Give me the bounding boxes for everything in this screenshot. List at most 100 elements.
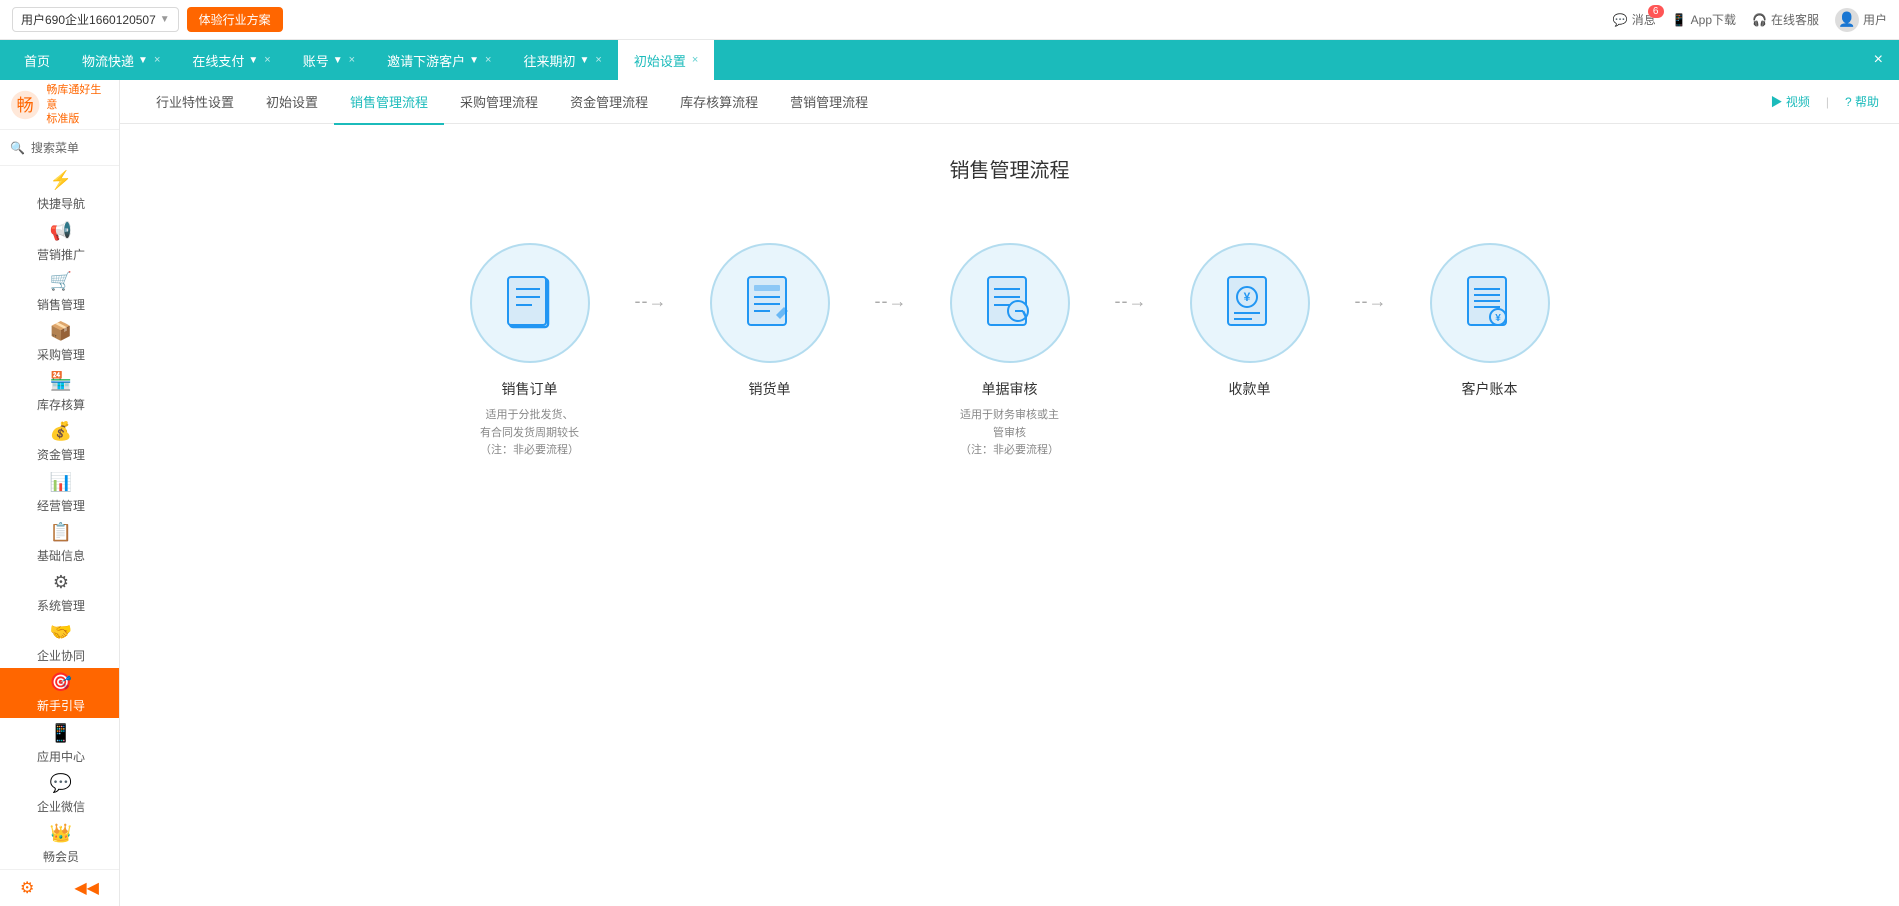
sub-tab-marketing-flow[interactable]: 营销管理流程 [774, 81, 884, 125]
video-label: 视频 [1786, 95, 1810, 109]
flow-circle-customer-ledger: ¥ [1430, 243, 1550, 363]
tab-payment[interactable]: 在线支付 ▼ × [176, 40, 286, 80]
member-icon: 👑 [50, 823, 72, 844]
close-icon[interactable]: × [264, 54, 270, 66]
nav-tabs: 首页 物流快递 ▼ × 在线支付 ▼ × 账号 ▼ × 邀请下游客户 ▼ × 往… [0, 40, 1899, 80]
sales-order-icon [500, 273, 560, 333]
user-name-label: 用户 [1863, 11, 1887, 28]
sidebar-item-system[interactable]: ⚙ 系统管理 [0, 568, 119, 618]
sub-tab-inventory-flow[interactable]: 库存核算流程 [664, 81, 774, 125]
sales-invoice-icon [740, 273, 800, 333]
sidebar-item-inventory[interactable]: 🏪 库存核算 [0, 367, 119, 417]
chevron-down-icon: ▼ [333, 55, 343, 66]
settings-button[interactable]: ⚙ [20, 878, 34, 898]
apps-icon: 📱 [50, 723, 72, 744]
sub-tab-init-settings[interactable]: 初始设置 [250, 81, 334, 125]
online-service-item[interactable]: 🎧 在线客服 [1752, 11, 1819, 28]
sidebar-item-label: 库存核算 [37, 396, 85, 413]
user-select[interactable]: 用户690企业1660120507 ▼ [12, 7, 179, 32]
close-all-tabs-button[interactable]: × [1866, 51, 1891, 69]
close-icon[interactable]: × [154, 54, 160, 66]
sub-tab-finance-flow[interactable]: 资金管理流程 [554, 81, 664, 125]
page-title: 销售管理流程 [120, 124, 1899, 223]
sidebar-logo-text: 畅库通好生意 标准版 [46, 83, 109, 126]
chevron-down-icon: ▼ [138, 55, 148, 66]
video-link[interactable]: ▶ 视频 [1770, 93, 1809, 110]
sidebar-item-label: 应用中心 [37, 748, 85, 765]
flow-step-sales-order: 销售订单 适用于分批发货、有合同发货周期较长（注：非必要流程） [440, 243, 620, 460]
sub-tab-purchase-flow[interactable]: 采购管理流程 [444, 81, 554, 125]
sidebar-item-purchase[interactable]: 📦 采购管理 [0, 317, 119, 367]
sub-tab-marketing-flow-label: 营销管理流程 [790, 92, 868, 111]
flow-arrow-4: - - → [1340, 243, 1400, 312]
sidebar-item-member[interactable]: 👑 畅会员 [0, 819, 119, 869]
inventory-icon: 🏪 [50, 371, 72, 392]
sidebar-item-apps[interactable]: 📱 应用中心 [0, 718, 119, 768]
avatar: 👤 [1835, 8, 1859, 32]
sidebar-item-sales[interactable]: 🛒 销售管理 [0, 267, 119, 317]
sub-tab-inventory-flow-label: 库存核算流程 [680, 92, 758, 111]
app-download-label: App下载 [1691, 11, 1736, 28]
flow-arrow-3: - - → [1100, 243, 1160, 312]
sidebar-item-operation[interactable]: 📊 经营管理 [0, 467, 119, 517]
wechat-icon: 💬 [50, 773, 72, 794]
sidebar-item-label: 企业微信 [37, 798, 85, 815]
play-icon: ▶ [1770, 95, 1782, 109]
flow-diagram: 销售订单 适用于分批发货、有合同发货周期较长（注：非必要流程） - - → [120, 223, 1899, 500]
close-icon[interactable]: × [349, 54, 355, 66]
sidebar-item-label: 企业协同 [37, 647, 85, 664]
top-bar-left: 用户690企业1660120507 ▼ 体验行业方案 [12, 7, 283, 32]
close-icon[interactable]: × [485, 54, 491, 66]
sidebar-item-label: 系统管理 [37, 597, 85, 614]
flow-label-audit: 单据审核 [982, 379, 1038, 399]
sub-tab-sales-flow[interactable]: 销售管理流程 [334, 81, 444, 125]
user-avatar-item[interactable]: 👤 用户 [1835, 8, 1887, 32]
sub-tab-industry[interactable]: 行业特性设置 [140, 81, 250, 125]
tab-invite[interactable]: 邀请下游客户 ▼ × [371, 40, 507, 80]
collapse-button[interactable]: ◀◀ [74, 878, 99, 898]
tab-period-label: 往来期初 [523, 51, 575, 70]
sub-tabs: 行业特性设置 初始设置 销售管理流程 采购管理流程 资金管理流程 库存核算流程 … [120, 80, 1899, 124]
flow-circle-sales-order [470, 243, 590, 363]
sidebar-item-finance[interactable]: 💰 资金管理 [0, 417, 119, 467]
sidebar-item-label: 营销推广 [37, 246, 85, 263]
tab-logistics[interactable]: 物流快递 ▼ × [66, 40, 176, 80]
newbie-icon: 🎯 [50, 672, 72, 693]
collab-icon: 🤝 [50, 622, 72, 643]
logo-icon: 畅 [10, 89, 40, 121]
tab-init-label: 初始设置 [634, 51, 686, 70]
sales-icon: 🛒 [50, 271, 72, 292]
flow-label-sales-order: 销售订单 [502, 379, 558, 399]
tab-period[interactable]: 往来期初 ▼ × [507, 40, 617, 80]
chevron-down-icon: ▼ [160, 14, 170, 25]
quick-nav-icon: ⚡ [50, 170, 72, 191]
sidebar-item-basic[interactable]: 📋 基础信息 [0, 518, 119, 568]
receipt-icon: ¥ [1220, 273, 1280, 333]
sidebar-logo: 畅 畅库通好生意 标准版 [0, 80, 119, 130]
sidebar: 畅 畅库通好生意 标准版 🔍 搜索菜单 ⚡ 快捷导航 📢 营销推广 🛒 销售管理… [0, 80, 120, 906]
experience-button[interactable]: 体验行业方案 [187, 7, 283, 32]
help-link[interactable]: ? 帮助 [1845, 93, 1879, 110]
sidebar-item-quick-nav[interactable]: ⚡ 快捷导航 [0, 166, 119, 216]
tab-init[interactable]: 初始设置 × [618, 40, 714, 80]
headset-icon: 🎧 [1752, 13, 1767, 27]
download-icon: 📱 [1672, 13, 1687, 27]
flow-label-customer-ledger: 客户账本 [1462, 379, 1518, 399]
message-item[interactable]: 💬 消息 6 [1613, 11, 1656, 28]
sidebar-item-marketing[interactable]: 📢 营销推广 [0, 216, 119, 266]
system-icon: ⚙ [53, 572, 69, 593]
sidebar-item-wechat[interactable]: 💬 企业微信 [0, 769, 119, 819]
sidebar-search[interactable]: 🔍 搜索菜单 [0, 130, 119, 166]
tab-home[interactable]: 首页 [8, 40, 66, 80]
sidebar-item-collab[interactable]: 🤝 企业协同 [0, 618, 119, 668]
svg-text:¥: ¥ [1495, 313, 1501, 324]
search-icon: 🔍 [10, 141, 25, 155]
finance-icon: 💰 [50, 421, 72, 442]
content-area: 行业特性设置 初始设置 销售管理流程 采购管理流程 资金管理流程 库存核算流程 … [120, 80, 1899, 906]
app-download-item[interactable]: 📱 App下载 [1672, 11, 1736, 28]
tab-account[interactable]: 账号 ▼ × [287, 40, 371, 80]
sub-tab-sales-flow-label: 销售管理流程 [350, 92, 428, 111]
close-icon[interactable]: × [692, 54, 698, 66]
sidebar-item-newbie[interactable]: 🎯 新手引导 [0, 668, 119, 718]
close-icon[interactable]: × [595, 54, 601, 66]
